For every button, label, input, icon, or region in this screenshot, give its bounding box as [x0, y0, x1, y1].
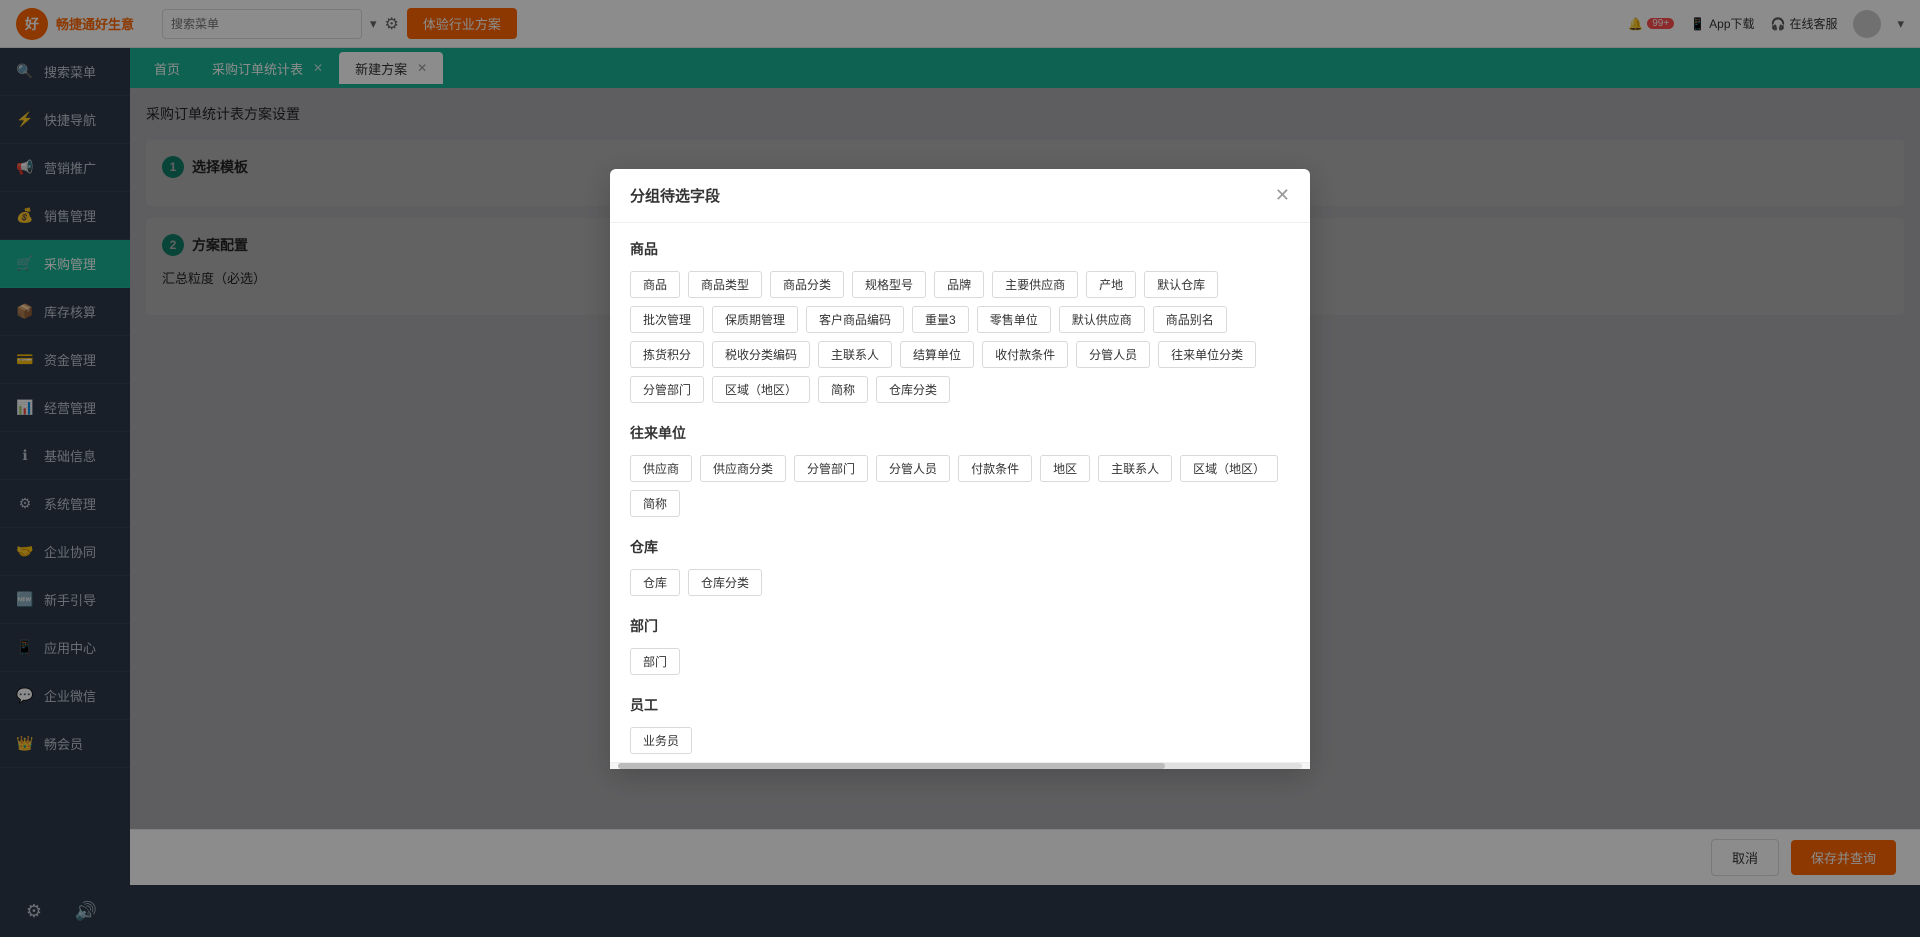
field-tag-product-23[interactable]: 区域（地区）	[712, 376, 810, 403]
section-title-department: 部门	[630, 616, 1290, 636]
modal-title: 分组待选字段	[630, 185, 720, 206]
modal-overlay: 分组待选字段 ✕ 商品商品商品类型商品分类规格型号品牌主要供应商产地默认仓库批次…	[0, 0, 1920, 937]
field-section-department: 部门部门	[630, 616, 1290, 675]
field-section-counterpart: 往来单位供应商供应商分类分管部门分管人员付款条件地区主联系人区域（地区） 简称	[630, 423, 1290, 517]
field-tag-product-17[interactable]: 主联系人	[818, 341, 892, 368]
field-tag-product-22[interactable]: 分管部门	[630, 376, 704, 403]
field-tag-counterpart-5[interactable]: 地区	[1040, 455, 1090, 482]
field-tag-product-7[interactable]: 默认仓库	[1144, 271, 1218, 298]
modal: 分组待选字段 ✕ 商品商品商品类型商品分类规格型号品牌主要供应商产地默认仓库批次…	[610, 169, 1310, 769]
field-tag-product-12[interactable]: 零售单位	[977, 306, 1051, 333]
field-tag-product-11[interactable]: 重量3	[912, 306, 969, 333]
section-title-employee: 员工	[630, 695, 1290, 715]
field-tag-product-19[interactable]: 收付款条件	[982, 341, 1068, 368]
field-tag-warehouse-0[interactable]: 仓库	[630, 569, 680, 596]
field-tag-product-15[interactable]: 拣货积分	[630, 341, 704, 368]
field-tag-counterpart-6[interactable]: 主联系人	[1098, 455, 1172, 482]
field-tag-product-18[interactable]: 结算单位	[900, 341, 974, 368]
field-tag-counterpart-3[interactable]: 分管人员	[876, 455, 950, 482]
field-section-product: 商品商品商品类型商品分类规格型号品牌主要供应商产地默认仓库批次管理保质期管理客户…	[630, 239, 1290, 403]
field-tag-employee-0[interactable]: 业务员	[630, 727, 692, 754]
field-tag-product-0[interactable]: 商品	[630, 271, 680, 298]
field-tag-product-21[interactable]: 往来单位分类	[1158, 341, 1256, 368]
field-tag-product-2[interactable]: 商品分类	[770, 271, 844, 298]
field-tag-department-0[interactable]: 部门	[630, 648, 680, 675]
modal-close-btn[interactable]: ✕	[1275, 185, 1290, 206]
field-tag-warehouse-1[interactable]: 仓库分类	[688, 569, 762, 596]
field-tag-product-5[interactable]: 主要供应商	[992, 271, 1078, 298]
field-tag-product-1[interactable]: 商品类型	[688, 271, 762, 298]
field-tag-counterpart-7[interactable]: 区域（地区）	[1180, 455, 1278, 482]
field-section-employee: 员工业务员	[630, 695, 1290, 754]
field-tag-product-25[interactable]: 仓库分类	[876, 376, 950, 403]
field-tag-product-10[interactable]: 客户商品编码	[806, 306, 904, 333]
field-section-warehouse: 仓库仓库仓库分类	[630, 537, 1290, 596]
field-tag-counterpart-0[interactable]: 供应商	[630, 455, 692, 482]
field-tags-employee: 业务员	[630, 727, 1290, 754]
field-tag-product-3[interactable]: 规格型号	[852, 271, 926, 298]
section-title-warehouse: 仓库	[630, 537, 1290, 557]
field-tags-warehouse: 仓库仓库分类	[630, 569, 1290, 596]
field-tags-product: 商品商品类型商品分类规格型号品牌主要供应商产地默认仓库批次管理保质期管理客户商品…	[630, 271, 1290, 403]
section-title-counterpart: 往来单位	[630, 423, 1290, 443]
section-title-product: 商品	[630, 239, 1290, 259]
field-tag-product-14[interactable]: 商品别名	[1153, 306, 1227, 333]
field-tag-counterpart-8[interactable]: 简称	[630, 490, 680, 517]
modal-header: 分组待选字段 ✕	[610, 169, 1310, 223]
field-tag-product-8[interactable]: 批次管理	[630, 306, 704, 333]
field-tag-product-20[interactable]: 分管人员	[1076, 341, 1150, 368]
field-tag-product-9[interactable]: 保质期管理	[712, 306, 798, 333]
field-tags-department: 部门	[630, 648, 1290, 675]
field-tag-product-4[interactable]: 品牌	[934, 271, 984, 298]
modal-body: 商品商品商品类型商品分类规格型号品牌主要供应商产地默认仓库批次管理保质期管理客户…	[610, 223, 1310, 762]
field-tag-product-6[interactable]: 产地	[1086, 271, 1136, 298]
field-tag-counterpart-4[interactable]: 付款条件	[958, 455, 1032, 482]
field-tag-counterpart-1[interactable]: 供应商分类	[700, 455, 786, 482]
field-tag-product-13[interactable]: 默认供应商	[1059, 306, 1145, 333]
field-tag-product-16[interactable]: 税收分类编码	[712, 341, 810, 368]
field-tag-product-24[interactable]: 简称	[818, 376, 868, 403]
field-tag-counterpart-2[interactable]: 分管部门	[794, 455, 868, 482]
field-tags-counterpart: 供应商供应商分类分管部门分管人员付款条件地区主联系人区域（地区） 简称	[630, 455, 1290, 517]
